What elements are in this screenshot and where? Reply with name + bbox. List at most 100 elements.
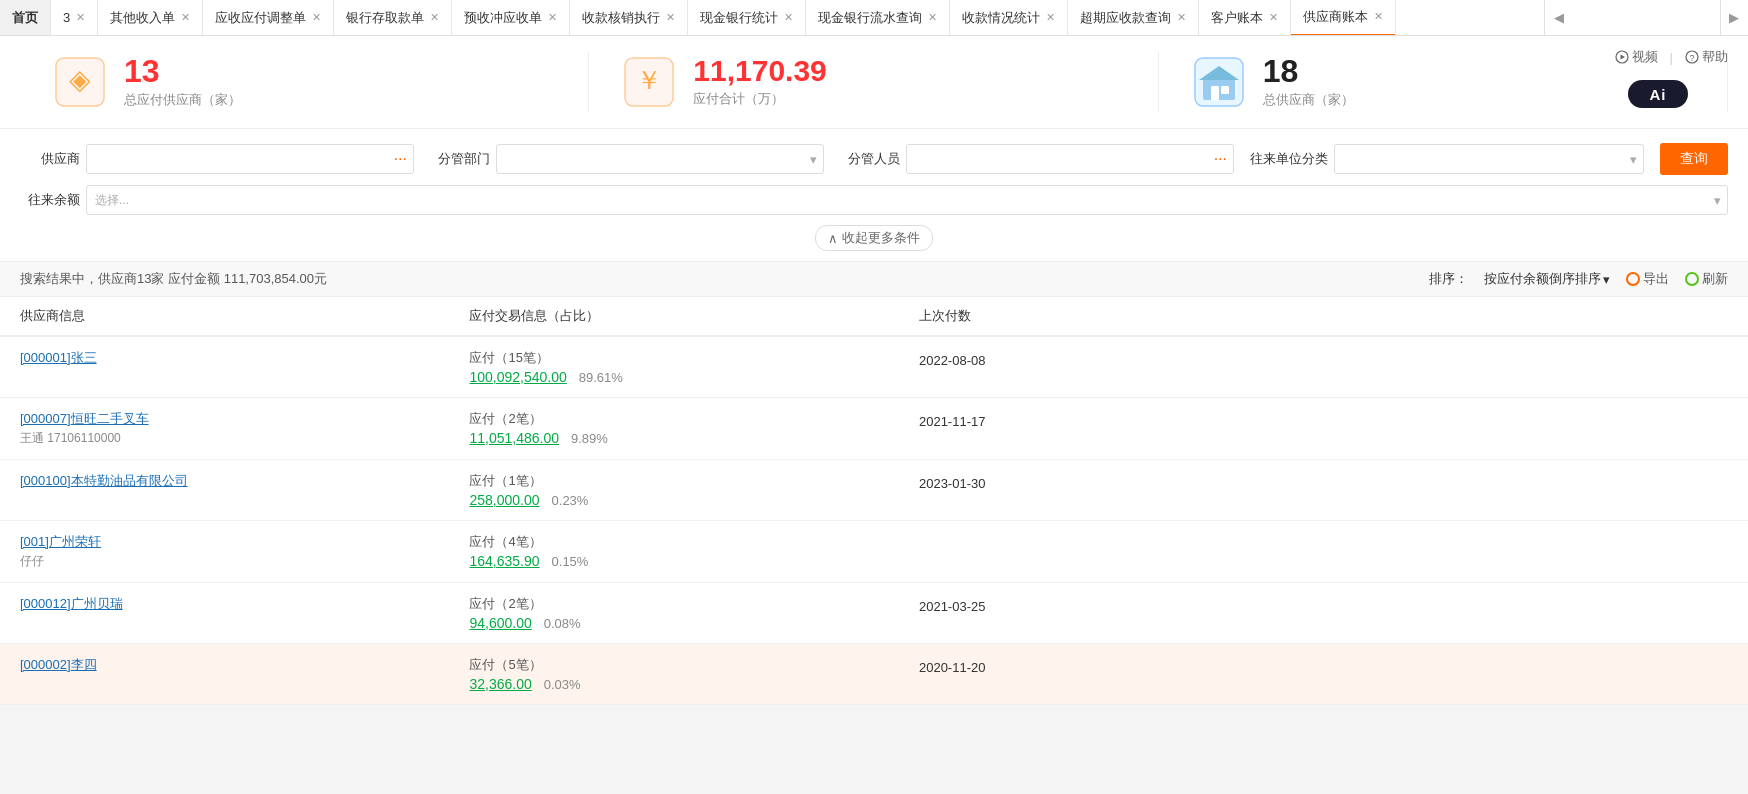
person-dots-icon[interactable]: ··· bbox=[1214, 150, 1227, 168]
chevron-up-icon: ∧ bbox=[828, 231, 838, 246]
svg-rect-12 bbox=[1221, 86, 1229, 94]
refresh-button[interactable]: 刷新 bbox=[1685, 270, 1728, 288]
trans-amount[interactable]: 100,092,540.00 bbox=[469, 369, 566, 385]
nav-tab-adjustment[interactable]: 应收应付调整单 ✕ bbox=[203, 0, 334, 36]
nav-tab-bank[interactable]: 银行存取款单 ✕ bbox=[334, 0, 452, 36]
supplier-link[interactable]: [000100]本特勤油品有限公司 bbox=[20, 473, 188, 488]
svg-text:￥: ￥ bbox=[636, 65, 662, 95]
supplier-link[interactable]: [001]广州荣轩 bbox=[20, 534, 101, 549]
nav-tab-cash-stats[interactable]: 现金银行统计 ✕ bbox=[688, 0, 806, 36]
trans-pct: 89.61% bbox=[579, 370, 623, 385]
balance-filter-input[interactable]: 选择... ▾ bbox=[86, 185, 1728, 215]
supplier-filter-label: 供应商 bbox=[20, 150, 80, 168]
supplier-info-cell: [000001]张三 bbox=[20, 349, 469, 367]
close-icon[interactable]: ✕ bbox=[181, 11, 190, 24]
nav-next-arrow[interactable]: ▶ bbox=[1720, 0, 1748, 36]
nav-tab-cash-flow[interactable]: 现金银行流水查询 ✕ bbox=[806, 0, 950, 36]
transaction-cell: 应付（2笔） 94,600.00 0.08% bbox=[469, 595, 918, 631]
summary-bar: 视频 | ? 帮助 ◈ 13 总应付供应商（家） ￥ 11,170.39 bbox=[0, 36, 1748, 129]
trans-pct: 9.89% bbox=[571, 431, 608, 446]
table-row: [000012]广州贝瑞 应付（2笔） 94,600.00 0.08% 2021… bbox=[0, 583, 1748, 644]
dept-filter-input[interactable]: ▾ bbox=[496, 144, 824, 174]
table-row: [000100]本特勤油品有限公司 应付（1笔） 258,000.00 0.23… bbox=[0, 460, 1748, 521]
top-nav: 首页 3 ✕ 其他收入单 ✕ 应收应付调整单 ✕ 银行存取款单 ✕ 预收冲应收单… bbox=[0, 0, 1748, 36]
search-button[interactable]: 查询 bbox=[1660, 143, 1728, 175]
category-filter-input[interactable]: ▾ bbox=[1334, 144, 1644, 174]
close-icon[interactable]: ✕ bbox=[1269, 11, 1278, 24]
money-icon: ￥ bbox=[619, 52, 679, 112]
transaction-cell: 应付（5笔） 32,366.00 0.03% bbox=[469, 656, 918, 692]
lastpay-date: 2020-11-20 bbox=[919, 656, 1189, 675]
lastpay-cell: 2023-01-30 bbox=[919, 472, 1189, 491]
nav-prev-arrow[interactable]: ◀ bbox=[1544, 0, 1572, 36]
lastpay-cell bbox=[919, 533, 1189, 537]
trans-amount[interactable]: 94,600.00 bbox=[469, 615, 531, 631]
nav-tab-collection[interactable]: 收款核销执行 ✕ bbox=[570, 0, 688, 36]
close-icon[interactable]: ✕ bbox=[430, 11, 439, 24]
category-dropdown-icon[interactable]: ▾ bbox=[1630, 152, 1637, 167]
supplier-link[interactable]: [000002]李四 bbox=[20, 657, 97, 672]
summary-text-payable-suppliers: 13 总应付供应商（家） bbox=[124, 55, 241, 109]
svg-text:?: ? bbox=[1689, 53, 1694, 63]
total-suppliers-label: 总供应商（家） bbox=[1263, 91, 1354, 109]
help-link[interactable]: ? 帮助 bbox=[1685, 48, 1728, 66]
trans-amount[interactable]: 11,051,486.00 bbox=[469, 430, 559, 446]
trans-amount[interactable]: 32,366.00 bbox=[469, 676, 531, 692]
close-icon[interactable]: ✕ bbox=[1046, 11, 1055, 24]
trans-label: 应付（5笔） bbox=[469, 656, 918, 674]
close-icon[interactable]: ✕ bbox=[76, 11, 85, 24]
close-icon[interactable]: ✕ bbox=[928, 11, 937, 24]
supplier-info-cell: [001]广州荣轩 仔仔 bbox=[20, 533, 469, 570]
supplier-link[interactable]: [000001]张三 bbox=[20, 350, 97, 365]
trans-pct: 0.15% bbox=[552, 554, 589, 569]
sort-dropdown-icon[interactable]: ▾ bbox=[1603, 272, 1610, 287]
nav-tab-supplier-account[interactable]: 供应商账本 ✕ bbox=[1291, 0, 1396, 36]
nav-tab-overdue[interactable]: 超期应收款查询 ✕ bbox=[1068, 0, 1199, 36]
close-icon[interactable]: ✕ bbox=[1177, 11, 1186, 24]
close-icon[interactable]: ✕ bbox=[1374, 10, 1383, 23]
close-icon[interactable]: ✕ bbox=[548, 11, 557, 24]
nav-tab-prepay[interactable]: 预收冲应收单 ✕ bbox=[452, 0, 570, 36]
collapse-bar: ∧ 收起更多条件 bbox=[20, 225, 1728, 251]
total-payable-value: 11,170.39 bbox=[693, 56, 826, 86]
nav-tab-3[interactable]: 3 ✕ bbox=[51, 0, 98, 36]
sort-select[interactable]: 按应付余额倒序排序 ▾ bbox=[1484, 270, 1610, 288]
export-button[interactable]: 导出 bbox=[1626, 270, 1669, 288]
trans-pct: 0.08% bbox=[544, 616, 581, 631]
supplier-dots-icon[interactable]: ··· bbox=[394, 150, 407, 168]
lastpay-date: 2022-08-08 bbox=[919, 349, 1189, 368]
header-lastpay: 上次付数 bbox=[919, 307, 1189, 325]
supplier-info-cell: [000002]李四 bbox=[20, 656, 469, 674]
payable-suppliers-label: 总应付供应商（家） bbox=[124, 91, 241, 109]
close-icon[interactable]: ✕ bbox=[666, 11, 675, 24]
nav-tab-home[interactable]: 首页 bbox=[0, 0, 51, 36]
supplier-link[interactable]: [000012]广州贝瑞 bbox=[20, 596, 123, 611]
supplier-link[interactable]: [000007]恒旺二手叉车 bbox=[20, 411, 149, 426]
nav-tab-customer-account[interactable]: 客户账本 ✕ bbox=[1199, 0, 1291, 36]
trans-label: 应付（4笔） bbox=[469, 533, 918, 551]
person-filter-input[interactable]: ··· bbox=[906, 144, 1234, 174]
close-icon[interactable]: ✕ bbox=[784, 11, 793, 24]
ai-badge[interactable]: Ai bbox=[1628, 80, 1688, 108]
supplier-filter-input[interactable]: ··· bbox=[86, 144, 414, 174]
supplier-sub: 仔仔 bbox=[20, 553, 469, 570]
result-bar: 搜索结果中，供应商13家 应付金额 111,703,854.00元 排序： 按应… bbox=[0, 262, 1748, 297]
dept-dropdown-icon[interactable]: ▾ bbox=[810, 152, 817, 167]
filter-row-2: 往来余额 选择... ▾ bbox=[20, 185, 1728, 215]
balance-filter-label: 往来余额 bbox=[20, 191, 80, 209]
nav-tab-receipt-stats[interactable]: 收款情况统计 ✕ bbox=[950, 0, 1068, 36]
total-suppliers-value: 18 bbox=[1263, 55, 1354, 87]
balance-dropdown-icon[interactable]: ▾ bbox=[1714, 193, 1721, 208]
video-link[interactable]: 视频 bbox=[1615, 48, 1658, 66]
trans-amount[interactable]: 258,000.00 bbox=[469, 492, 539, 508]
header-transaction: 应付交易信息（占比） bbox=[469, 307, 918, 325]
collapse-button[interactable]: ∧ 收起更多条件 bbox=[815, 225, 933, 251]
lastpay-cell: 2021-11-17 bbox=[919, 410, 1189, 429]
nav-tab-other-income[interactable]: 其他收入单 ✕ bbox=[98, 0, 203, 36]
table-header: 供应商信息 应付交易信息（占比） 上次付数 bbox=[0, 297, 1748, 337]
trans-amount[interactable]: 164,635.90 bbox=[469, 553, 539, 569]
close-icon[interactable]: ✕ bbox=[312, 11, 321, 24]
svg-marker-1 bbox=[1620, 55, 1625, 60]
lastpay-date bbox=[919, 533, 1189, 537]
filter-area: 供应商 ··· 分管部门 ▾ 分管人员 ··· 往来单位分类 ▾ 查询 往 bbox=[0, 129, 1748, 262]
